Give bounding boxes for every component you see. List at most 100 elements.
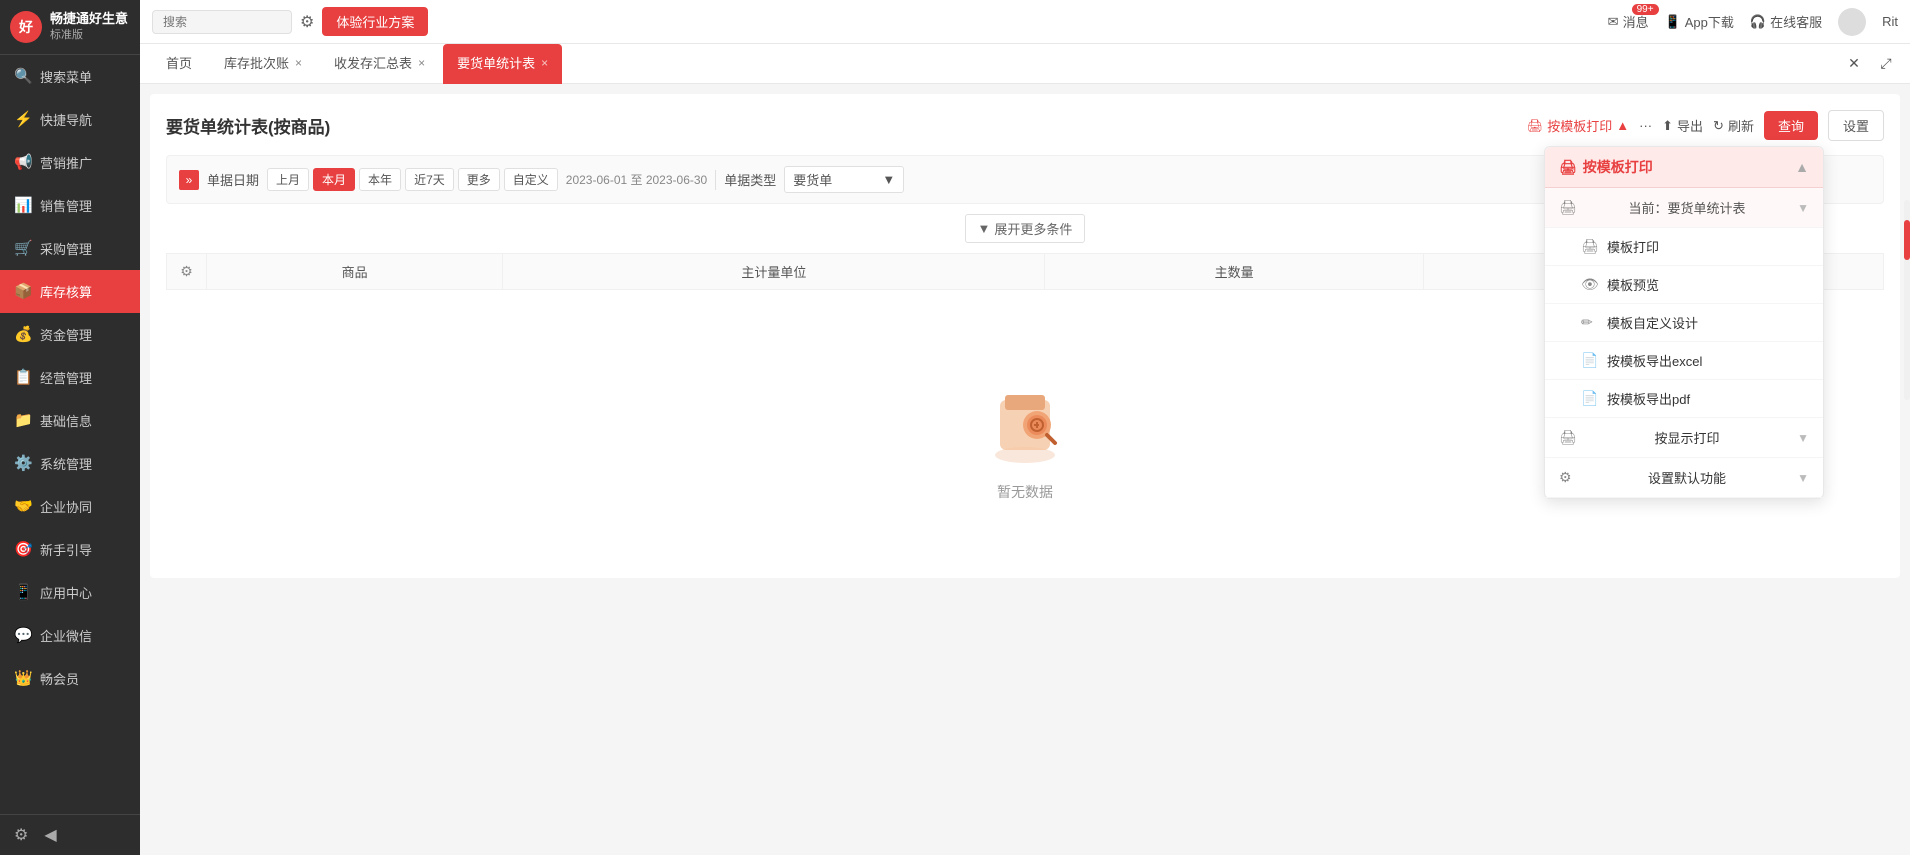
filter-expand-button[interactable]: » [179, 170, 199, 190]
date-filter-label: 单据日期 [207, 170, 259, 189]
avatar[interactable] [1838, 8, 1866, 36]
export-pdf-icon: 📄 [1581, 390, 1599, 407]
tab-order-stats[interactable]: 要货单统计表 × [443, 44, 562, 84]
page-actions: 🖨 按模板打印 ▲ ··· ⬆ 导出 ↻ 刷新 查询 [1527, 110, 1884, 141]
dropdown-export-excel[interactable]: 📄 按模板导出excel [1545, 342, 1823, 380]
goods-type-label: 要货单 [793, 170, 832, 189]
tab-home[interactable]: 首页 [152, 44, 206, 84]
tab-close-all-button[interactable]: ✕ [1842, 52, 1866, 76]
sidebar-item-appcenter[interactable]: 📱 应用中心 [0, 571, 140, 614]
refresh-button[interactable]: ↻ 刷新 [1713, 116, 1754, 135]
date-more-button[interactable]: 更多 [458, 168, 500, 191]
date-custom-button[interactable]: 自定义 [504, 168, 558, 191]
tab-batch-account[interactable]: 库存批次账 × [210, 44, 316, 84]
sidebar-item-label: 营销推广 [40, 153, 92, 172]
template-print-icon: 🖨 [1581, 238, 1599, 255]
display-print-arrow: ▼ [1797, 431, 1809, 445]
sidebar-item-marketing[interactable]: 📢 营销推广 [0, 141, 140, 184]
sidebar-item-inventory[interactable]: 📦 库存核算 [0, 270, 140, 313]
tab-receipt-summary-close[interactable]: × [418, 56, 425, 70]
expand-more-button[interactable]: ▼ 展开更多条件 [965, 214, 1086, 243]
settings-bottom-icon[interactable]: ⚙ [14, 825, 28, 845]
quicknav-icon: ⚡ [14, 110, 32, 128]
dropdown-title-label: 按模板打印 [1583, 157, 1653, 177]
dropdown-template-custom[interactable]: ✏ 模板自定义设计 [1545, 304, 1823, 342]
dropdown-display-print[interactable]: 🖨 按显示打印 ▼ [1545, 418, 1823, 458]
export-button[interactable]: ⬆ 导出 [1662, 116, 1703, 135]
online-service-button[interactable]: 🎧 在线客服 [1750, 12, 1822, 31]
sidebar-item-finance[interactable]: 💰 资金管理 [0, 313, 140, 356]
current-template-icon: 🖨 [1559, 199, 1577, 216]
sidebar-item-corpwechat[interactable]: 💬 企业微信 [0, 614, 140, 657]
dropdown-export-pdf[interactable]: 📄 按模板导出pdf [1545, 380, 1823, 418]
sidebar-item-purchase[interactable]: 🛒 采购管理 [0, 227, 140, 270]
dropdown-template-preview[interactable]: 👁 模板预览 [1545, 266, 1823, 304]
sidebar-item-member[interactable]: 👑 畅会员 [0, 657, 140, 700]
print-template-button[interactable]: 🖨 按模板打印 ▲ [1527, 116, 1629, 135]
right-scrollbar[interactable] [1904, 200, 1910, 400]
finance-icon: 💰 [14, 325, 32, 343]
sidebar-item-operations[interactable]: 📋 经营管理 [0, 356, 140, 399]
sidebar-item-basic[interactable]: 📁 基础信息 [0, 399, 140, 442]
marketing-icon: 📢 [14, 153, 32, 171]
sidebar-item-label: 新手引导 [40, 540, 92, 559]
sidebar-item-search[interactable]: 🔍 搜索菜单 [0, 55, 140, 98]
newguide-icon: 🎯 [14, 540, 32, 558]
tab-batch-account-close[interactable]: × [295, 56, 302, 70]
username-label: Rit [1882, 14, 1898, 29]
operations-icon: 📋 [14, 368, 32, 386]
date-current-year-button[interactable]: 本年 [359, 168, 401, 191]
topbar-right: ✉ 消息 99+ 📱 App下载 🎧 在线客服 Rit [1608, 8, 1898, 36]
tab-receipt-summary[interactable]: 收发存汇总表 × [320, 44, 439, 84]
settings-button[interactable]: 设置 [1828, 110, 1884, 141]
dropdown-default-func[interactable]: ⚙ 设置默认功能 ▼ [1545, 458, 1823, 498]
table-header-settings[interactable]: ⚙ [167, 254, 207, 290]
more-actions-button[interactable]: ··· [1639, 118, 1652, 133]
sidebar-item-system[interactable]: ⚙️ 系统管理 [0, 442, 140, 485]
sidebar-item-label: 库存核算 [40, 282, 92, 301]
sidebar-item-label: 搜索菜单 [40, 67, 92, 86]
member-icon: 👑 [14, 669, 32, 687]
export-icon: ⬆ [1662, 118, 1673, 134]
inventory-icon: 📦 [14, 282, 32, 300]
refresh-icon: ↻ [1713, 118, 1724, 134]
dropdown-header: 🖨 按模板打印 ▲ [1545, 147, 1823, 188]
appcenter-icon: 📱 [14, 583, 32, 601]
sidebar-item-sales[interactable]: 📊 销售管理 [0, 184, 140, 227]
dropdown-template-print[interactable]: 🖨 模板打印 [1545, 228, 1823, 266]
volume-bottom-icon[interactable]: ◀ [44, 825, 56, 845]
purchase-icon: 🛒 [14, 239, 32, 257]
search-input[interactable] [152, 10, 292, 34]
sidebar-item-collab[interactable]: 🤝 企业协同 [0, 485, 140, 528]
display-print-icon: 🖨 [1559, 429, 1577, 446]
app-download-button[interactable]: 📱 App下载 [1665, 12, 1734, 31]
date-range-label: 2023-06-01 至 2023-06-30 [566, 171, 707, 188]
current-template-label: 当前：要货单统计表 [1629, 198, 1746, 217]
sidebar-item-newguide[interactable]: 🎯 新手引导 [0, 528, 140, 571]
tab-expand-button[interactable]: ⤢ [1874, 52, 1898, 76]
sidebar-item-quicknav[interactable]: ⚡ 快捷导航 [0, 98, 140, 141]
message-badge: 99+ [1632, 4, 1659, 15]
dropdown-close-icon[interactable]: ▲ [1795, 159, 1809, 175]
query-button[interactable]: 查询 [1764, 111, 1818, 140]
message-button[interactable]: ✉ 消息 99+ [1608, 12, 1649, 31]
dropdown-current-template[interactable]: 🖨 当前：要货单统计表 ▼ [1545, 188, 1823, 228]
page: 要货单统计表(按商品) 🖨 按模板打印 ▲ ··· ⬆ 导出 [150, 94, 1900, 578]
tab-home-label: 首页 [166, 53, 192, 72]
sidebar-item-label: 快捷导航 [40, 110, 92, 129]
date-7days-button[interactable]: 近7天 [405, 168, 454, 191]
gear-icon[interactable]: ⚙ [300, 12, 314, 32]
table-settings-icon[interactable]: ⚙ [180, 263, 193, 279]
template-preview-label: 模板预览 [1607, 275, 1659, 294]
tab-order-stats-label: 要货单统计表 [457, 53, 535, 72]
date-current-month-button[interactable]: 本月 [313, 168, 355, 191]
type-filter-select[interactable]: 要货单 ▼ [784, 166, 904, 193]
expand-chevron-icon: ▼ [978, 221, 991, 236]
display-print-label: 按显示打印 [1655, 428, 1720, 447]
tab-order-stats-close[interactable]: × [541, 56, 548, 70]
sidebar-item-label: 畅会员 [40, 669, 79, 688]
dropdown-title: 🖨 按模板打印 [1559, 157, 1653, 177]
trial-button[interactable]: 体验行业方案 [322, 7, 428, 36]
more-icon: ··· [1639, 118, 1652, 133]
date-prev-month-button[interactable]: 上月 [267, 168, 309, 191]
